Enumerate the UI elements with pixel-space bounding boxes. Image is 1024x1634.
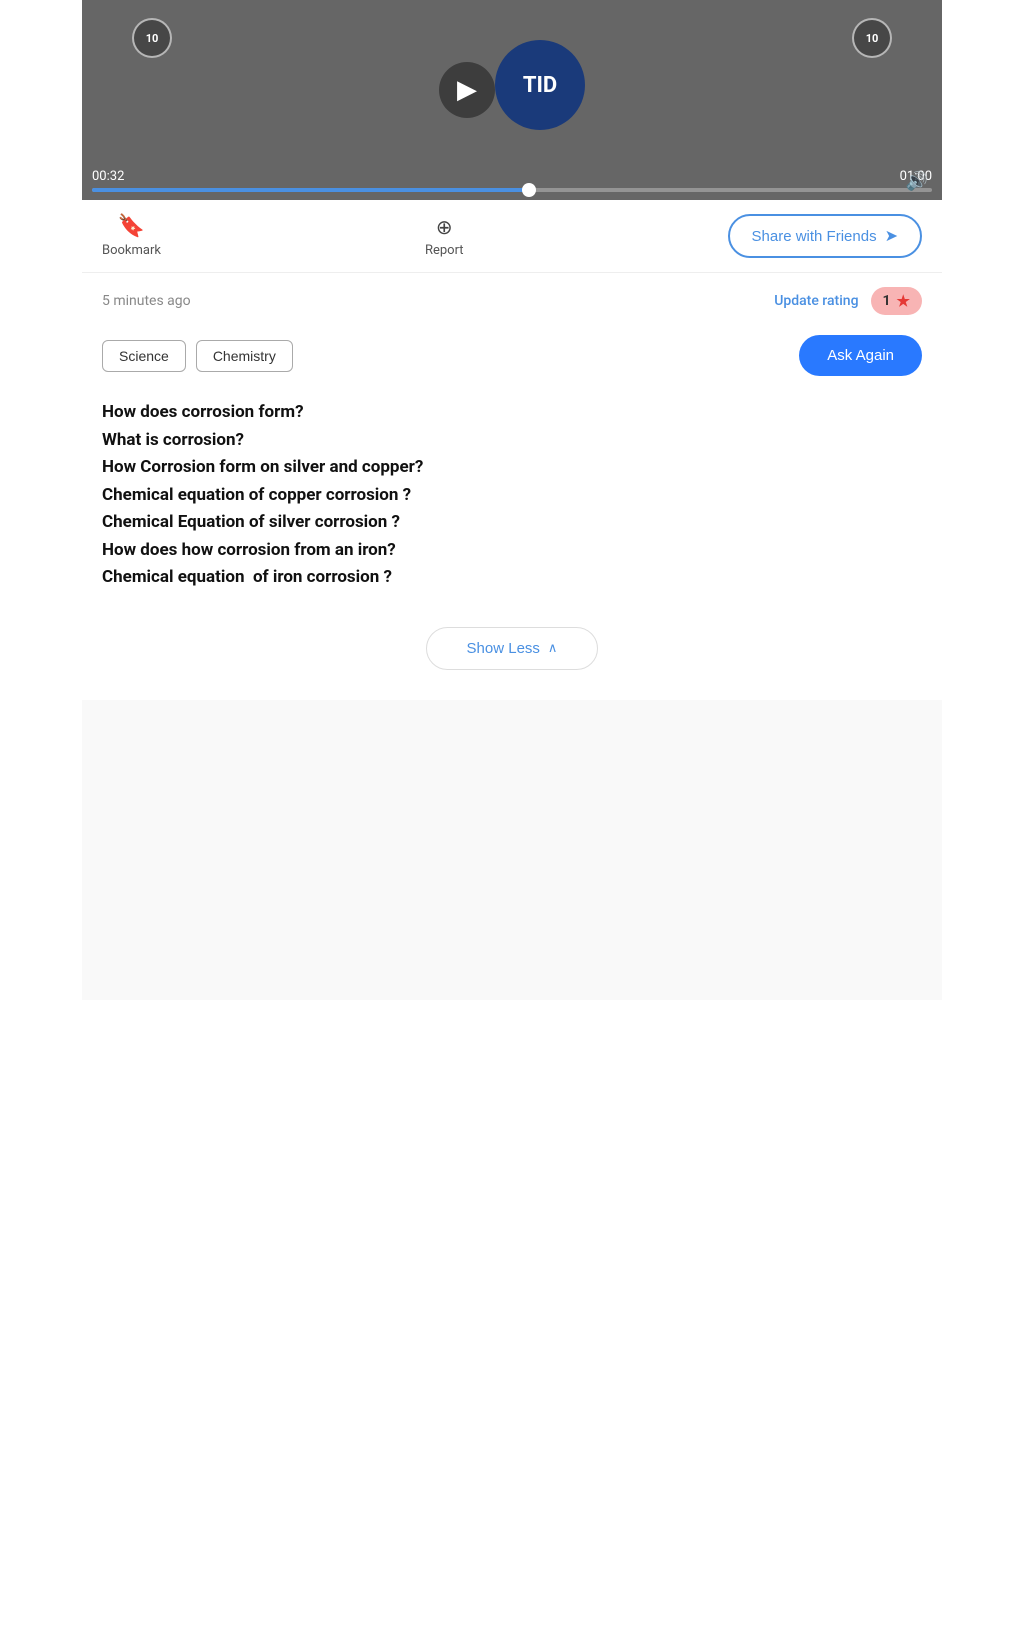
show-less-button[interactable]: Show Less ∧ [426,627,599,670]
meta-row: 5 minutes ago Update rating 1 ★ [82,273,942,329]
skip-back-button[interactable]: 10 [132,18,172,58]
question-item-1: How does corrosion form? [102,400,922,426]
album-art: TID [495,40,585,130]
rating-badge: 1 ★ [871,287,923,315]
ask-again-button[interactable]: Ask Again [799,335,922,376]
share-label: Share with Friends [752,228,877,245]
video-player: 10 ▶ 10 TID 00:32 01:00 🔊 [82,0,942,200]
rating-value: 1 [883,293,891,309]
progress-fill [92,188,529,192]
tag-chemistry[interactable]: Chemistry [196,340,293,372]
question-item-2: What is corrosion? [102,428,922,454]
bookmark-action[interactable]: 🔖 Bookmark [102,214,161,258]
question-item-7: Chemical equation of iron corrosion ? [102,565,922,591]
skip-forward-button[interactable]: 10 [852,18,892,58]
share-button[interactable]: Share with Friends ➤ [728,214,922,258]
star-icon: ★ [897,292,910,310]
report-action[interactable]: ⊕ Report [425,215,464,258]
progress-thumb [522,183,536,197]
progress-bar-container: 00:32 01:00 [82,169,942,200]
question-item-6: How does how corrosion from an iron? [102,538,922,564]
share-arrow-icon: ➤ [885,226,898,246]
report-label: Report [425,243,464,258]
question-item-4: Chemical equation of copper corrosion ? [102,483,922,509]
show-less-container: Show Less ∧ [82,609,942,700]
current-time: 00:32 [92,169,124,184]
rating-area: Update rating 1 ★ [774,287,922,315]
play-button[interactable]: ▶ [439,62,495,118]
question-item-3: How Corrosion form on silver and copper? [102,455,922,481]
report-icon: ⊕ [436,215,453,239]
actions-row: 🔖 Bookmark ⊕ Report Share with Friends ➤ [82,200,942,273]
show-less-label: Show Less [467,640,540,657]
progress-track[interactable] [92,188,932,192]
bookmark-icon: 🔖 [118,214,145,239]
bottom-space [82,700,942,1000]
timestamp: 5 minutes ago [102,293,191,309]
tags-row: Science Chemistry Ask Again [82,329,942,390]
questions-list: How does corrosion form? What is corrosi… [82,390,942,609]
play-icon: ▶ [457,75,477,105]
tag-science[interactable]: Science [102,340,186,372]
tags-group: Science Chemistry [102,340,293,372]
chevron-up-icon: ∧ [548,640,558,656]
question-item-5: Chemical Equation of silver corrosion ? [102,510,922,536]
bookmark-label: Bookmark [102,243,161,258]
volume-icon[interactable]: 🔊 [906,171,928,192]
update-rating-button[interactable]: Update rating [774,293,858,309]
